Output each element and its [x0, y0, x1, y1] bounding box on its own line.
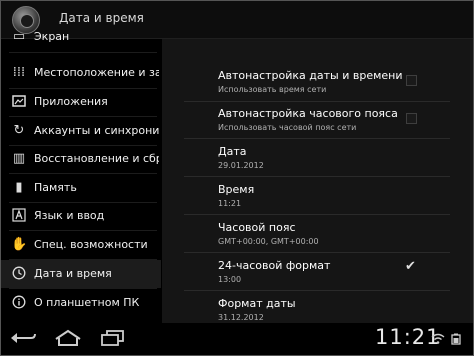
pref-value: 11:21: [218, 199, 242, 208]
backup-reset-icon: ▥: [12, 151, 26, 166]
pref-value: 13:00: [218, 275, 242, 284]
menu-item-label: Местоположение и защита: [34, 66, 159, 79]
sync-icon: ↻: [13, 123, 25, 138]
date-pref[interactable]: Дата 29.01.2012: [162, 139, 473, 177]
pref-title: Автонастройка даты и времени: [218, 69, 403, 82]
menu-item-label: Приложения: [34, 95, 108, 108]
checkmark-icon[interactable]: ✔: [405, 259, 416, 275]
settings-menu: ▭ Экран ⁞⁞⁞ Местоположение и защита Прил…: [1, 29, 161, 323]
menu-item-display[interactable]: ▭ Экран: [1, 23, 161, 51]
menu-item-about[interactable]: О планшетном ПК: [1, 289, 161, 317]
battery-icon: [449, 333, 463, 348]
status-icons[interactable]: [431, 333, 463, 348]
timezone-pref[interactable]: Часовой пояс GMT+00:00, GMT+00:00: [162, 215, 473, 253]
menu-item-location[interactable]: ⁞⁞⁞ Местоположение и защита: [1, 59, 161, 87]
tablet-screen: Дата и время ▭ Экран ⁞⁞⁞ Местоположение …: [0, 0, 474, 356]
auto-timezone-checkbox[interactable]: [406, 113, 417, 124]
pref-summary: Использовать время сети: [218, 85, 327, 94]
pref-value: 29.01.2012: [218, 161, 264, 170]
pref-title: Время: [218, 183, 255, 196]
wifi-icon: [431, 333, 449, 348]
menu-item-label: Восстановление и сброс: [34, 152, 159, 165]
recent-apps-icon[interactable]: [99, 329, 131, 349]
date-time-settings-panel: Автонастройка даты и времени Использоват…: [162, 39, 473, 323]
auto-datetime-pref[interactable]: Автонастройка даты и времени Использоват…: [162, 63, 473, 101]
divider: [9, 52, 157, 53]
menu-item-label: Память: [34, 181, 77, 194]
pref-title: Автонастройка часового пояса: [218, 107, 398, 120]
accessibility-icon: ✋: [11, 237, 28, 252]
clock-icon: [11, 266, 27, 282]
menu-item-storage[interactable]: ▮ Память: [1, 174, 161, 202]
pref-value: GMT+00:00, GMT+00:00: [218, 237, 319, 246]
storage-icon: ▮: [15, 180, 23, 195]
auto-timezone-pref[interactable]: Автонастройка часового пояса Использоват…: [162, 101, 473, 139]
menu-item-date-time[interactable]: Дата и время: [1, 260, 161, 288]
menu-item-accessibility[interactable]: ✋ Спец. возможности: [1, 231, 161, 259]
back-icon[interactable]: [9, 329, 41, 349]
menu-item-applications[interactable]: Приложения: [1, 88, 161, 116]
pref-title: Часовой пояс: [218, 221, 296, 234]
menu-item-language[interactable]: Язык и ввод: [1, 202, 161, 230]
menu-item-backup[interactable]: ▥ Восстановление и сброс: [1, 145, 161, 173]
menu-item-label: Экран: [34, 30, 70, 43]
language-input-icon: [11, 208, 27, 224]
menu-item-label: Язык и ввод: [34, 209, 105, 222]
home-icon[interactable]: [53, 329, 85, 349]
pref-title: Дата: [218, 145, 247, 158]
display-icon: ▭: [12, 29, 26, 44]
menu-item-label: Спец. возможности: [34, 238, 148, 251]
pref-title: 24-часовой формат: [218, 259, 331, 272]
info-icon: [11, 295, 27, 311]
pref-title: Формат даты: [218, 297, 296, 310]
menu-item-label: О планшетном ПК: [34, 296, 140, 309]
menu-item-label: Аккаунты и синхронизация: [34, 124, 159, 137]
applications-icon: [11, 94, 27, 110]
pref-value: 31.12.2012: [218, 313, 264, 322]
auto-datetime-checkbox[interactable]: [406, 75, 417, 86]
pref-summary: Использовать часовой пояс сети: [218, 123, 357, 132]
location-security-icon: ⁞⁞⁞: [12, 65, 26, 80]
menu-item-label: Дата и время: [34, 267, 112, 280]
24-hour-format-pref[interactable]: 24-часовой формат 13:00 ✔: [162, 253, 473, 291]
time-pref[interactable]: Время 11:21: [162, 177, 473, 215]
system-bar: 11:21: [1, 323, 473, 355]
menu-item-accounts[interactable]: ↻ Аккаунты и синхронизация: [1, 117, 161, 145]
